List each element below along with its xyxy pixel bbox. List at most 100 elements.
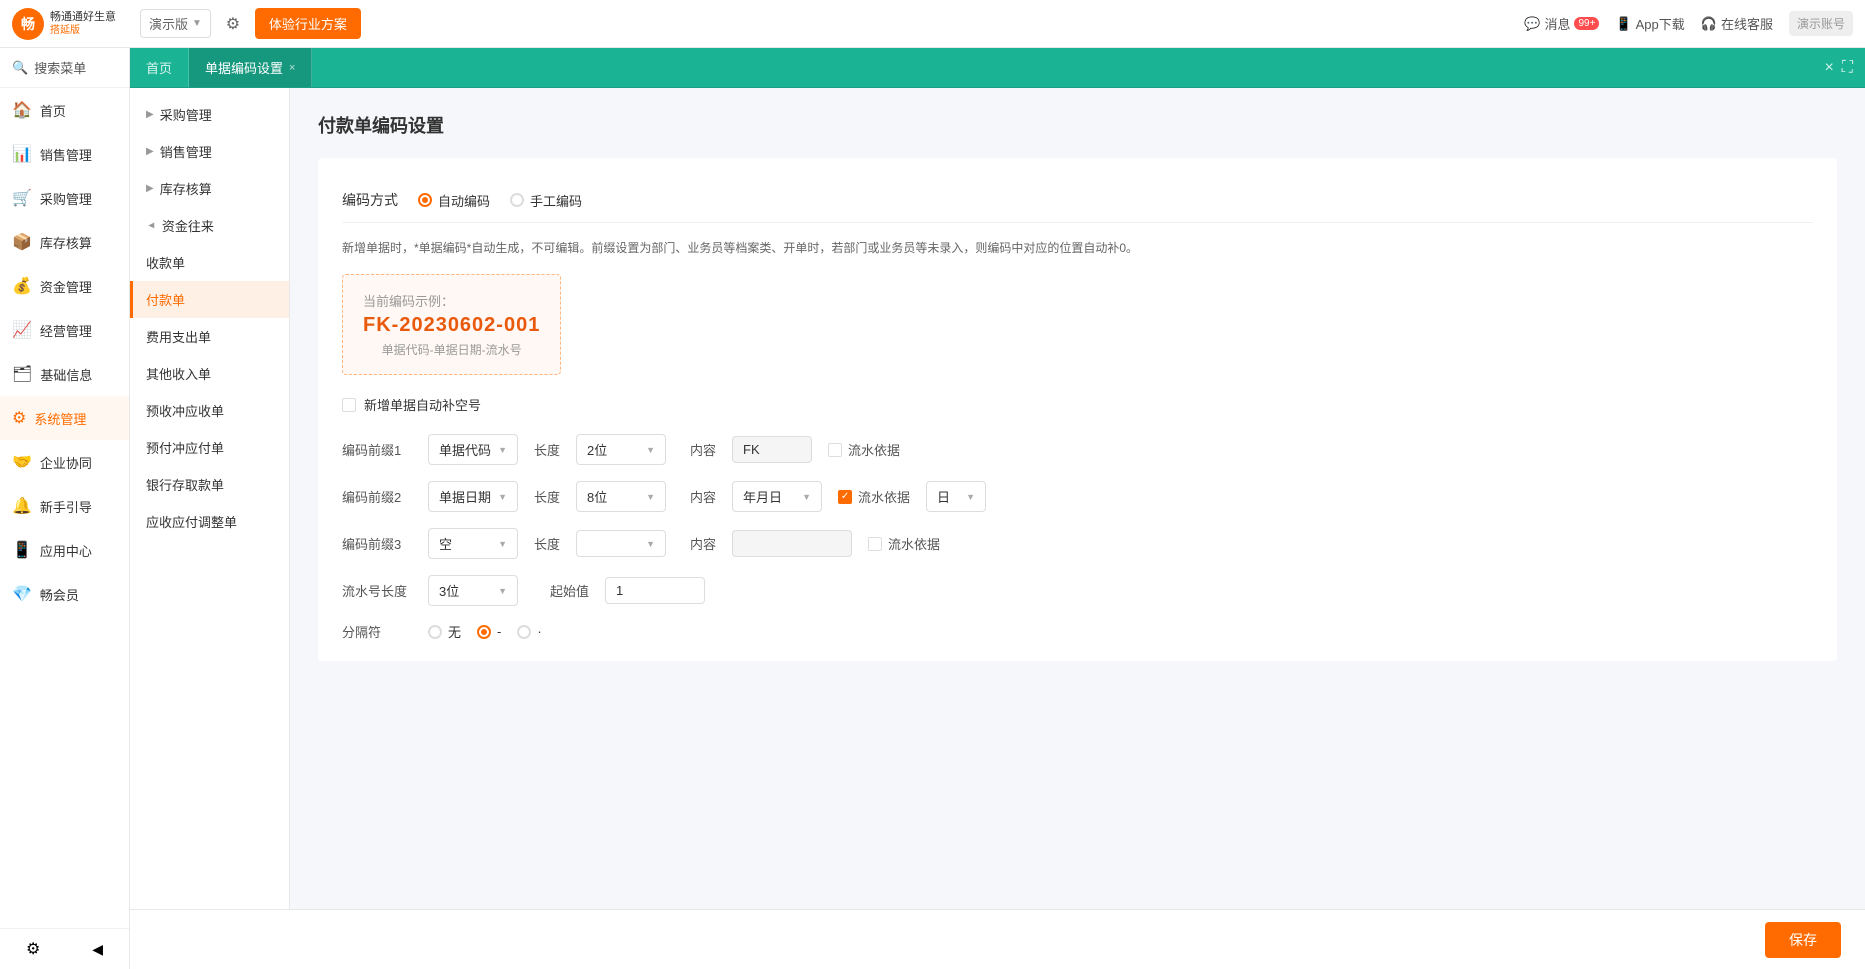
prefix2-select[interactable]: 单据日期 ▼ <box>428 481 518 512</box>
start-value-input[interactable] <box>605 577 705 604</box>
prefix1-select[interactable]: 单据代码 ▼ <box>428 434 518 465</box>
system-icon: ⚙ <box>12 408 26 428</box>
length3-label: 长度 <box>534 534 560 553</box>
manual-encode-radio[interactable] <box>510 193 524 207</box>
prefix1-label: 编码前缀1 <box>342 440 412 459</box>
content-wrapper: ▶ 采购管理 ▶ 销售管理 ▶ 库存核算 ▼ 资金往来 收款单 <box>130 88 1865 909</box>
sidebar-item-app[interactable]: 📱 应用中心 <box>0 528 129 572</box>
finance-icon: 💰 <box>12 276 32 296</box>
sidebar-item-guide[interactable]: 🔔 新手引导 <box>0 484 129 528</box>
liushui2-checkbox[interactable]: ✓ <box>838 490 852 504</box>
message-button[interactable]: 💬 消息 99+ <box>1524 14 1599 33</box>
sec-item-other-income[interactable]: 其他收入单 <box>130 355 289 392</box>
chevron-down-icon: ▼ <box>498 586 507 596</box>
sidebar-item-enterprise[interactable]: 🤝 企业协同 <box>0 440 129 484</box>
sec-item-ar-ap-adj[interactable]: 应收应付调整单 <box>130 503 289 540</box>
guide-icon: 🔔 <box>12 496 32 516</box>
trial-button[interactable]: 体验行业方案 <box>255 8 361 39</box>
sidebar-item-finance[interactable]: 💰 资金管理 <box>0 264 129 308</box>
content1-value: FK <box>732 436 812 463</box>
logo-text: 畅通通好生意 搭延版 <box>50 10 116 37</box>
radio-group: 自动编码 手工编码 <box>418 191 582 210</box>
content1-label: 内容 <box>690 440 716 459</box>
chevron-down-icon: ▼ <box>498 539 507 549</box>
tab-close-icon[interactable]: × <box>289 62 295 74</box>
sidebar-item-member[interactable]: 💎 畅会员 <box>0 572 129 616</box>
separator-label: 分隔符 <box>342 622 412 641</box>
inventory-icon: 📦 <box>12 232 32 252</box>
sec-group-sales[interactable]: ▶ 销售管理 <box>130 133 289 170</box>
sep-none-radio[interactable] <box>428 625 442 639</box>
save-button[interactable]: 保存 <box>1765 922 1841 958</box>
sep-none-option[interactable]: 无 <box>428 622 461 641</box>
sec-item-prepay-receive[interactable]: 预收冲应收单 <box>130 392 289 429</box>
chevron-down-icon: ▼ <box>802 492 811 502</box>
tab-encode-setting[interactable]: 单据编码设置 × <box>189 48 312 87</box>
auto-encode-option[interactable]: 自动编码 <box>418 191 490 210</box>
sales-icon: 📊 <box>12 144 32 164</box>
maximize-icon[interactable]: ⛶ <box>1842 59 1853 77</box>
length1-select[interactable]: 2位 ▼ <box>576 434 666 465</box>
sec-group-inventory[interactable]: ▶ 库存核算 <box>130 170 289 207</box>
serial-length-select[interactable]: 3位 ▼ <box>428 575 518 606</box>
sec-item-receipt[interactable]: 收款单 <box>130 244 289 281</box>
sidebar-item-system[interactable]: ⚙ 系统管理 <box>0 396 129 440</box>
chevron-down-icon: ▼ <box>966 492 975 502</box>
settings-icon[interactable]: ⚙ <box>26 939 40 959</box>
chevron-down-icon: ▼ <box>498 445 507 455</box>
sep-dash-char: - <box>497 624 501 639</box>
app-download-button[interactable]: 📱 App下载 <box>1615 14 1684 33</box>
liushui2-period-select[interactable]: 日 ▼ <box>926 481 986 512</box>
sep-dash-radio[interactable] <box>477 625 491 639</box>
sidebar-item-basic[interactable]: 🗂 基础信息 <box>0 352 129 396</box>
liushui3-checkbox[interactable] <box>868 537 882 551</box>
liushui3-check: 流水依据 <box>868 534 940 553</box>
separator-row: 分隔符 无 - · <box>342 622 1813 641</box>
sep-dot-char: · <box>537 624 541 639</box>
sec-item-prepay-pay[interactable]: 预付冲应付单 <box>130 429 289 466</box>
liushui1-checkbox[interactable] <box>828 443 842 457</box>
company-selector[interactable]: 演示版 ▼ <box>140 9 211 38</box>
content2-select[interactable]: 年月日 ▼ <box>732 481 822 512</box>
length3-select[interactable]: ▼ <box>576 530 666 557</box>
length1-label: 长度 <box>534 440 560 459</box>
auto-fill-checkbox[interactable] <box>342 398 356 412</box>
sec-group-purchase[interactable]: ▶ 采购管理 <box>130 96 289 133</box>
auto-fill-row: 新增单据自动补空号 <box>342 395 1813 414</box>
sec-item-payment[interactable]: 付款单 <box>130 281 289 318</box>
sec-group-finance[interactable]: ▼ 资金往来 <box>130 207 289 244</box>
sec-item-expense[interactable]: 费用支出单 <box>130 318 289 355</box>
sidebar-bottom: ⚙ ◀ <box>0 928 129 969</box>
code-preview-value: FK-20230602-001 <box>363 314 540 337</box>
chevron-right-icon: ▶ <box>146 109 154 120</box>
sep-dot-option[interactable]: · <box>517 624 541 639</box>
sidebar-item-operation[interactable]: 📈 经营管理 <box>0 308 129 352</box>
user-avatar[interactable]: 演示账号 <box>1789 11 1853 36</box>
tab-bar: 首页 单据编码设置 × × ⛶ <box>130 48 1865 88</box>
sidebar-item-purchase[interactable]: 🛒 采购管理 <box>0 176 129 220</box>
tab-home[interactable]: 首页 <box>130 48 189 87</box>
logo-area: 畅 畅通通好生意 搭延版 <box>12 8 132 40</box>
sidebar-item-home[interactable]: 🏠 首页 <box>0 88 129 132</box>
minimize-icon[interactable]: × <box>1824 59 1833 77</box>
prefix3-select[interactable]: 空 ▼ <box>428 528 518 559</box>
settings-card: 编码方式 自动编码 手工编码 <box>318 158 1837 661</box>
tab-actions: × ⛶ <box>1824 59 1865 77</box>
auto-encode-radio[interactable] <box>418 193 432 207</box>
encoding-method-row: 编码方式 自动编码 手工编码 <box>342 178 1813 223</box>
gear-button[interactable]: ⚙ <box>219 10 247 38</box>
sep-dash-option[interactable]: - <box>477 624 501 639</box>
right-panel: 首页 单据编码设置 × × ⛶ ▶ 采购管理 ▶ 销售管理 <box>130 48 1865 969</box>
length2-select[interactable]: 8位 ▼ <box>576 481 666 512</box>
home-icon: 🏠 <box>12 100 32 120</box>
search-menu[interactable]: 🔍 搜索菜单 <box>0 48 129 88</box>
prefix2-label: 编码前缀2 <box>342 487 412 506</box>
online-service-button[interactable]: 🎧 在线客服 <box>1701 14 1773 33</box>
sidebar-item-sales[interactable]: 📊 销售管理 <box>0 132 129 176</box>
sidebar-item-inventory[interactable]: 📦 库存核算 <box>0 220 129 264</box>
collapse-icon[interactable]: ◀ <box>92 941 103 958</box>
sep-dot-radio[interactable] <box>517 625 531 639</box>
sec-item-bank-deposit[interactable]: 银行存取款单 <box>130 466 289 503</box>
logo-icon: 畅 <box>12 8 44 40</box>
manual-encode-option[interactable]: 手工编码 <box>510 191 582 210</box>
